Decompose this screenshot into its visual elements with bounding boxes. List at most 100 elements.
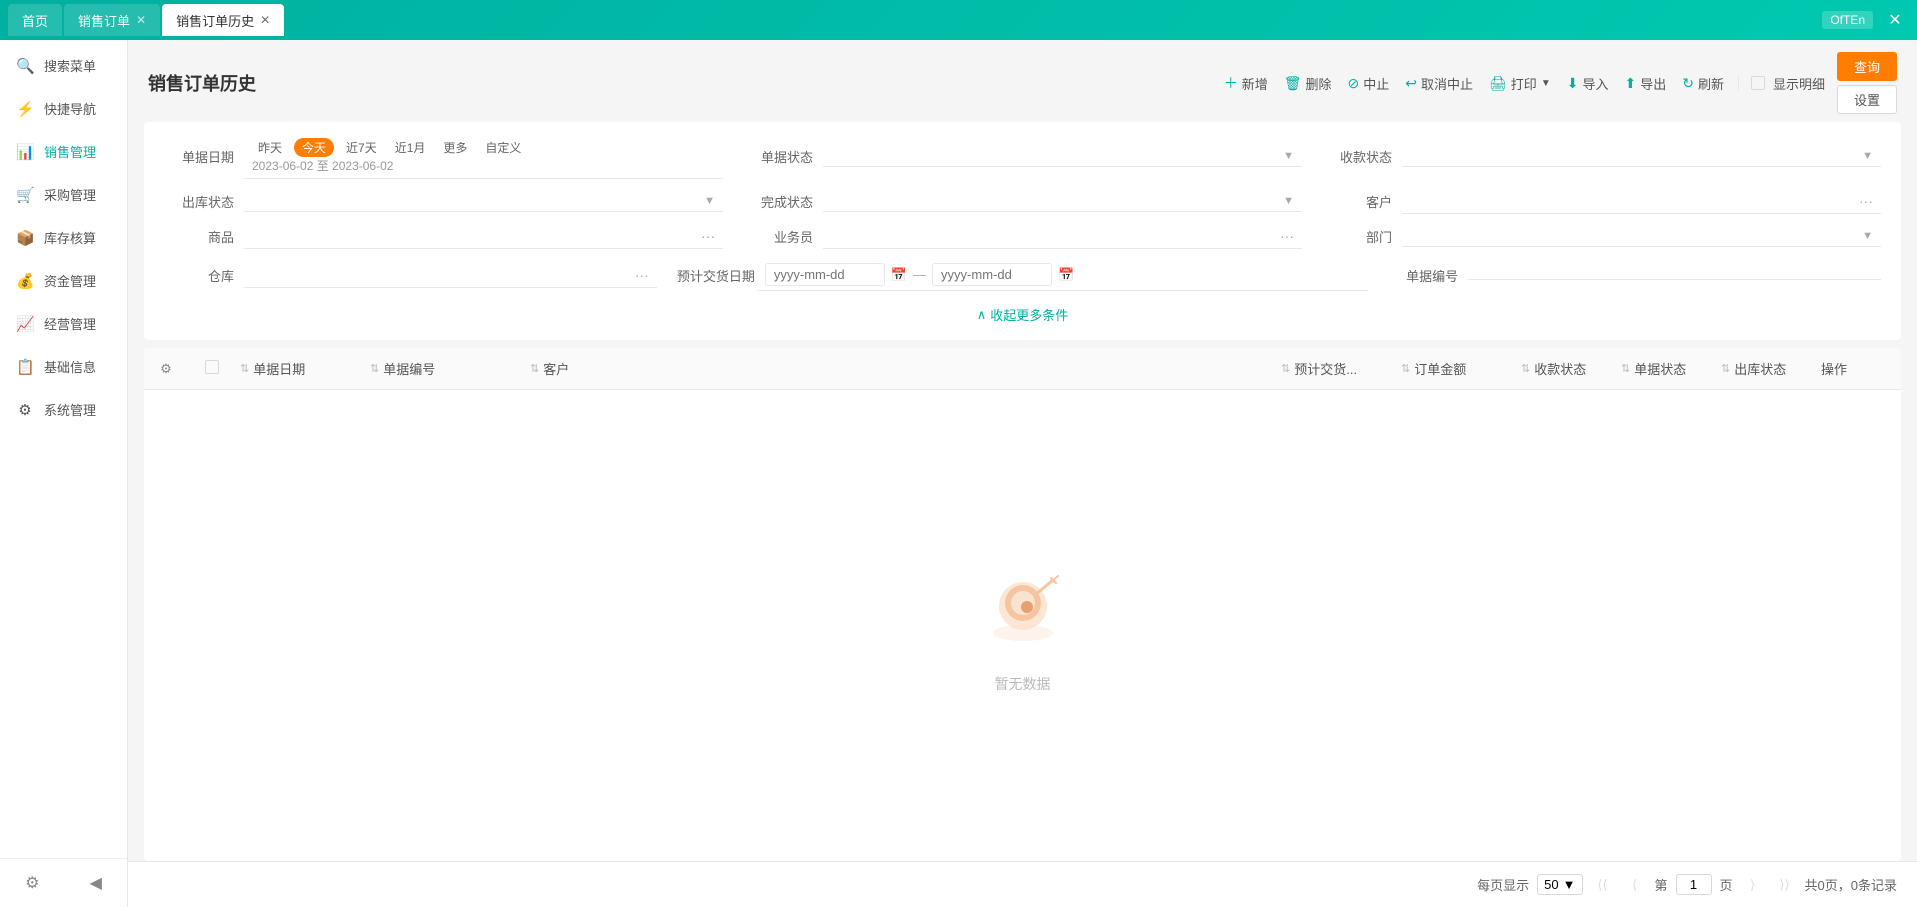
sidebar-item-sales[interactable]: 📊 销售管理 [0,130,127,173]
doc-status-control[interactable]: ▼ [823,146,1302,167]
warehouse-dots[interactable]: ··· [635,267,649,283]
tab-home[interactable]: 首页 [8,4,62,36]
sidebar-bottom: ⚙ ◀ [0,858,127,907]
date-tab-today[interactable]: 今天 [294,138,334,157]
collapse-up-icon: ∧ [977,307,987,323]
settings-button[interactable]: 设置 [1837,85,1897,114]
page-input[interactable] [1676,874,1712,895]
cancel-stop-button[interactable]: ↩ 取消中止 [1403,74,1475,93]
sidebar-item-operations[interactable]: 📈 经营管理 [0,302,127,345]
th-amount[interactable]: ⇅ 订单金额 [1393,359,1513,378]
delivery-date-control: 📅 — 📅 [757,259,1368,291]
tab-sales-history-close[interactable]: ✕ [260,13,270,27]
department-control[interactable]: ▼ [1402,226,1881,247]
date-tab-7days[interactable]: 近7天 [340,138,383,157]
main-layout: 🔍 搜索菜单 ⚡ 快捷导航 📊 销售管理 🛒 采购管理 📦 库存核算 💰 资金管… [0,40,1917,907]
date-tab-more[interactable]: 更多 [437,138,473,157]
sidebar-item-search[interactable]: 🔍 搜索菜单 [0,44,127,87]
footer: 每页显示 50 ▼ ⟨⟨ ⟨ 第 页 ⟩ ⟩⟩ 共0页，0条记录 [128,861,1917,907]
per-page-select[interactable]: 50 ▼ [1537,874,1582,895]
window-close-button[interactable]: ✕ [1881,6,1909,34]
date-tab-custom[interactable]: 自定义 [479,138,527,157]
query-button[interactable]: 查询 [1837,52,1897,81]
date-tabs: 昨天 今天 近7天 近1月 更多 自定义 [252,138,715,157]
th-doc-status[interactable]: ⇅ 单据状态 [1613,359,1713,378]
delivery-date-start[interactable] [765,263,885,286]
collapse-row[interactable]: ∧ 收起更多条件 [164,301,1881,328]
show-detail-checkbox[interactable]: 显示明细 [1751,74,1825,93]
date-tab-yesterday[interactable]: 昨天 [252,138,288,157]
product-control[interactable]: ··· [244,224,723,249]
prev-page-btn[interactable]: ⟨ [1623,873,1647,897]
first-page-btn[interactable]: ⟨⟨ [1591,873,1615,897]
detail-checkbox-icon [1751,76,1765,90]
th-customer[interactable]: ⇅ 客户 [522,359,1273,378]
last-page-btn[interactable]: ⟩⟩ [1773,873,1797,897]
sidebar-item-inventory[interactable]: 📦 库存核算 [0,216,127,259]
th-number-label: 单据编号 [383,359,435,378]
sidebar-item-quicknav[interactable]: ⚡ 快捷导航 [0,87,127,130]
sidebar-item-system[interactable]: ⚙ 系统管理 [0,388,127,431]
tab-sales-order-label: 销售订单 [78,11,130,30]
th-out-status[interactable]: ⇅ 出库状态 [1713,359,1813,378]
base-info-icon: 📋 [16,358,34,376]
sidebar-item-base-info[interactable]: 📋 基础信息 [0,345,127,388]
sidebar-item-purchase[interactable]: 🛒 采购管理 [0,173,127,216]
import-button[interactable]: ⬇ 导入 [1565,74,1611,93]
th-number[interactable]: ⇅ 单据编号 [362,359,522,378]
date-tab-1month[interactable]: 近1月 [389,138,432,157]
tab-sales-order-close[interactable]: ✕ [136,13,146,27]
sort-icon-pay: ⇅ [1521,362,1530,375]
th-pay-label: 收款状态 [1534,359,1586,378]
export-button[interactable]: ⬆ 导出 [1622,74,1668,93]
th-checkbox[interactable] [192,360,232,377]
th-delivery[interactable]: ⇅ 预计交货... [1273,359,1393,378]
tab-sales-history-label: 销售订单历史 [176,11,254,30]
sidebar-item-finance[interactable]: 💰 资金管理 [0,259,127,302]
per-page-arrow: ▼ [1563,877,1576,892]
th-settings[interactable]: ⚙ [152,355,192,383]
stop-label: 中止 [1363,74,1389,93]
operations-icon: 📈 [16,315,34,333]
cancel-stop-icon: ↩ [1405,75,1417,92]
payment-status-control[interactable]: ▼ [1402,146,1881,167]
delete-button[interactable]: 🗑 删除 [1282,74,1334,93]
tab-sales-history[interactable]: 销售订单历史 ✕ [162,4,284,36]
complete-status-control[interactable]: ▼ [823,191,1302,212]
th-action: 操作 [1813,359,1893,378]
print-label: 打印 [1511,74,1537,93]
payment-status-label: 收款状态 [1322,147,1402,166]
th-date[interactable]: ⇅ 单据日期 [232,359,362,378]
outbound-status-control[interactable]: ▼ [244,191,723,212]
sidebar-collapse-btn[interactable]: ◀ [86,869,106,897]
print-button[interactable]: 🖨 打印 ▼ [1487,74,1553,93]
cal-icon-start[interactable]: 📅 [891,267,907,283]
customer-label: 客户 [1322,192,1402,211]
product-dots[interactable]: ··· [701,228,715,244]
stop-button[interactable]: ⊘ 中止 [1346,74,1392,93]
refresh-button[interactable]: ↻ 刷新 [1680,74,1726,93]
salesperson-control[interactable]: ··· [823,224,1302,249]
th-pay-status[interactable]: ⇅ 收款状态 [1513,359,1613,378]
date-range-dash: — [913,267,926,282]
cal-icon-end[interactable]: 📅 [1058,267,1074,283]
date-filter-control: 昨天 今天 近7天 近1月 更多 自定义 2023-06-02 至 2023-0… [244,134,723,179]
doc-number-label: 单据编号 [1388,266,1468,285]
page-unit-label: 页 [1720,875,1733,894]
add-button[interactable]: ＋ 新增 [1222,73,1270,93]
table-settings-icon[interactable]: ⚙ [152,355,180,383]
warehouse-control[interactable]: ··· [244,263,657,288]
doc-number-control[interactable] [1468,271,1881,280]
sidebar-settings-btn[interactable]: ⚙ [21,869,43,897]
delivery-date-end[interactable] [932,263,1052,286]
page-title: 销售订单历史 [148,70,256,96]
customer-dots[interactable]: ··· [1859,193,1873,209]
tab-sales-order[interactable]: 销售订单 ✕ [64,4,160,36]
next-page-btn[interactable]: ⟩ [1741,873,1765,897]
sort-icon-number: ⇅ [370,362,379,375]
finance-icon: 💰 [16,272,34,290]
add-label: 新增 [1242,74,1268,93]
customer-control[interactable]: ··· [1402,189,1881,214]
salesperson-dots[interactable]: ··· [1280,228,1294,244]
select-all-checkbox[interactable] [205,360,219,374]
